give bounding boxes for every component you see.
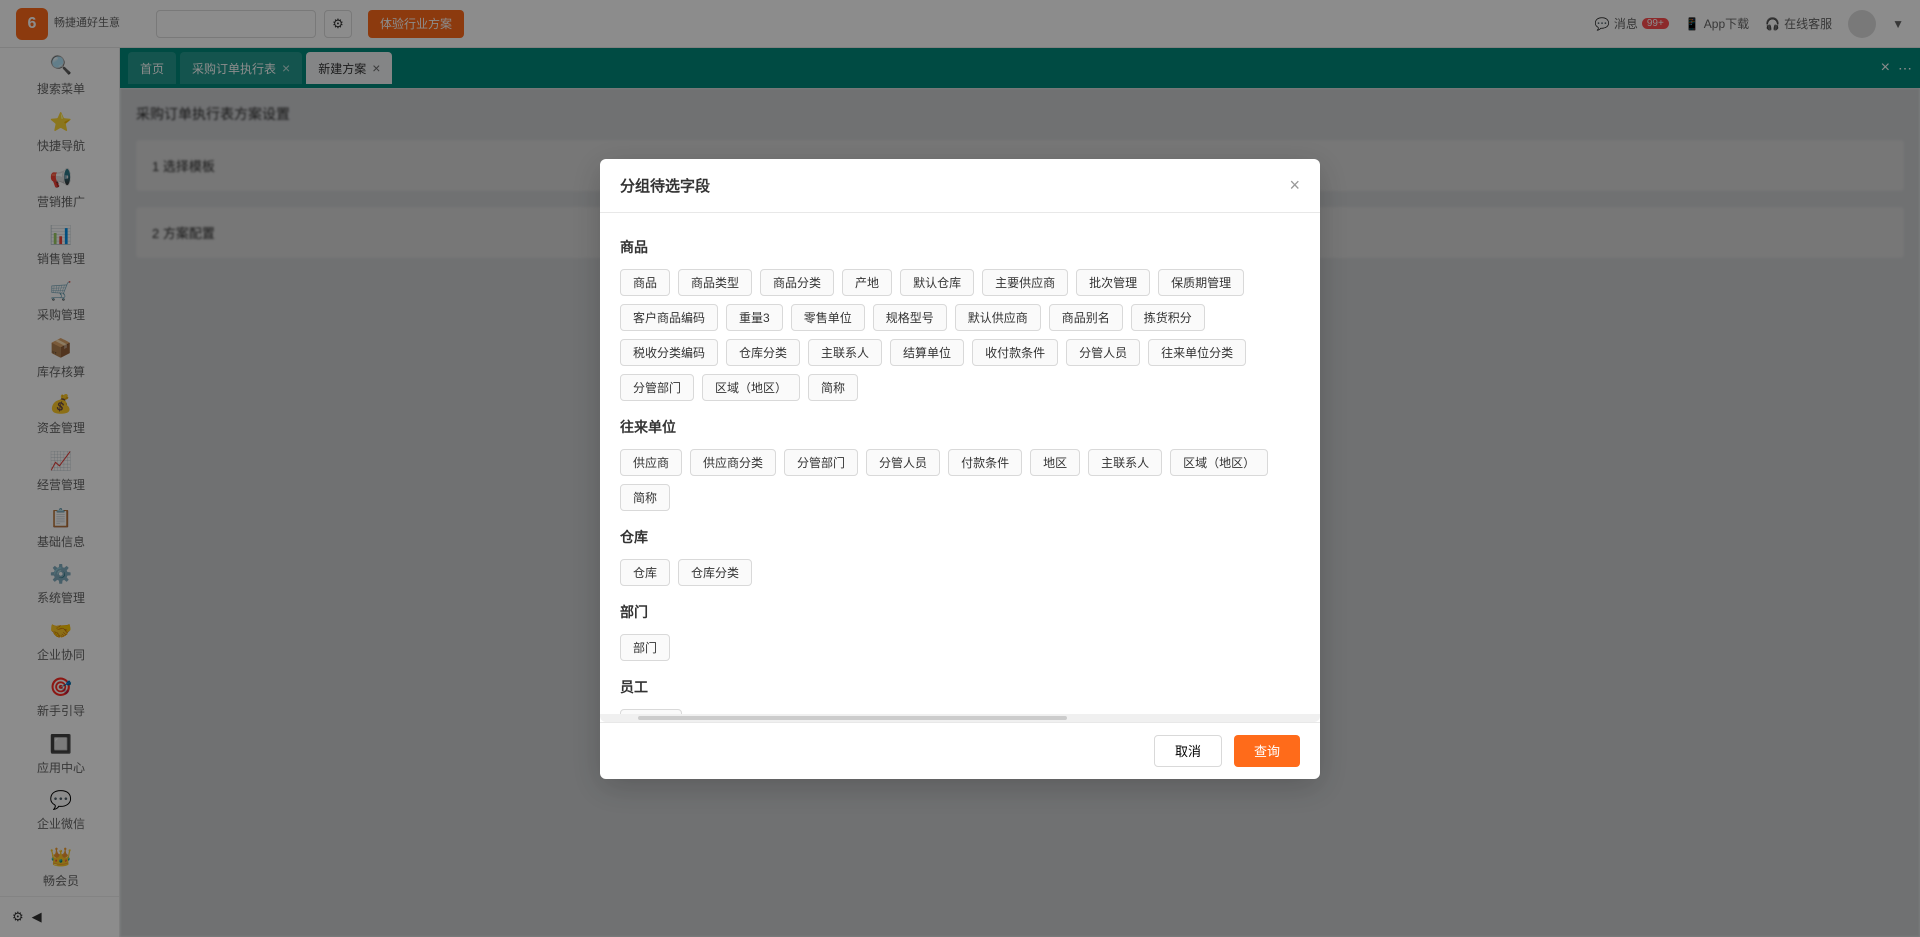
modal-dialog: 分组待选字段 × 商品 商品 商品类型 商品分类 产地 默认仓库 主要供应商 批… <box>600 159 1320 779</box>
field-tag[interactable]: 付款条件 <box>948 449 1022 476</box>
field-tag[interactable]: 简称 <box>620 484 670 511</box>
field-tag[interactable]: 地区 <box>1030 449 1080 476</box>
field-tag[interactable]: 仓库 <box>620 559 670 586</box>
field-tag[interactable]: 仓库分类 <box>726 339 800 366</box>
field-tag[interactable]: 规格型号 <box>873 304 947 331</box>
field-tags-goods: 商品 商品类型 商品分类 产地 默认仓库 主要供应商 批次管理 保质期管理 客户… <box>620 269 1300 401</box>
field-tag[interactable]: 分管部门 <box>784 449 858 476</box>
field-tag[interactable]: 收付款条件 <box>972 339 1058 366</box>
field-tag[interactable]: 主联系人 <box>808 339 882 366</box>
field-tag[interactable]: 结算单位 <box>890 339 964 366</box>
section-title-warehouse: 仓库 <box>620 527 1300 547</box>
modal-horizontal-scrollbar[interactable] <box>600 714 1320 722</box>
modal-header: 分组待选字段 × <box>600 159 1320 213</box>
field-tag[interactable]: 默认仓库 <box>900 269 974 296</box>
confirm-button[interactable]: 查询 <box>1234 735 1300 767</box>
field-tag[interactable]: 主联系人 <box>1088 449 1162 476</box>
field-tag[interactable]: 业务员 <box>620 709 682 714</box>
field-tags-partner: 供应商 供应商分类 分管部门 分管人员 付款条件 地区 主联系人 区域（地区） … <box>620 449 1300 511</box>
section-title-staff: 员工 <box>620 677 1300 697</box>
field-tag[interactable]: 商品分类 <box>760 269 834 296</box>
field-tag[interactable]: 税收分类编码 <box>620 339 718 366</box>
field-tag[interactable]: 供应商分类 <box>690 449 776 476</box>
field-tag[interactable]: 零售单位 <box>791 304 865 331</box>
field-tag[interactable]: 主要供应商 <box>982 269 1068 296</box>
field-tag[interactable]: 仓库分类 <box>678 559 752 586</box>
field-tags-warehouse: 仓库 仓库分类 <box>620 559 1300 586</box>
section-title-partner: 往来单位 <box>620 417 1300 437</box>
field-tag[interactable]: 商品别名 <box>1049 304 1123 331</box>
modal-body: 商品 商品 商品类型 商品分类 产地 默认仓库 主要供应商 批次管理 保质期管理… <box>600 213 1320 714</box>
field-tag[interactable]: 批次管理 <box>1076 269 1150 296</box>
modal-close-button[interactable]: × <box>1289 175 1300 196</box>
field-tag[interactable]: 拣货积分 <box>1131 304 1205 331</box>
field-tag[interactable]: 区域（地区） <box>702 374 800 401</box>
field-tags-dept: 部门 <box>620 634 1300 661</box>
field-tag[interactable]: 商品类型 <box>678 269 752 296</box>
field-tag[interactable]: 默认供应商 <box>955 304 1041 331</box>
modal-scrollbar-thumb <box>638 716 1068 720</box>
modal-footer: 取消 查询 <box>600 722 1320 779</box>
field-tag[interactable]: 重量3 <box>726 304 783 331</box>
section-title-dept: 部门 <box>620 602 1300 622</box>
cancel-button[interactable]: 取消 <box>1154 735 1222 767</box>
field-tag[interactable]: 区域（地区） <box>1170 449 1268 476</box>
field-tag[interactable]: 产地 <box>842 269 892 296</box>
field-tag[interactable]: 客户商品编码 <box>620 304 718 331</box>
field-tag[interactable]: 分管人员 <box>1066 339 1140 366</box>
field-tag[interactable]: 简称 <box>808 374 858 401</box>
field-tag[interactable]: 供应商 <box>620 449 682 476</box>
section-title-goods: 商品 <box>620 237 1300 257</box>
field-tag[interactable]: 商品 <box>620 269 670 296</box>
field-tag[interactable]: 分管部门 <box>620 374 694 401</box>
field-tag[interactable]: 分管人员 <box>866 449 940 476</box>
field-tags-staff: 业务员 <box>620 709 1300 714</box>
modal-overlay: 分组待选字段 × 商品 商品 商品类型 商品分类 产地 默认仓库 主要供应商 批… <box>0 0 1920 937</box>
field-tag[interactable]: 往来单位分类 <box>1148 339 1246 366</box>
field-tag[interactable]: 部门 <box>620 634 670 661</box>
modal-title: 分组待选字段 <box>620 175 710 196</box>
field-tag[interactable]: 保质期管理 <box>1158 269 1244 296</box>
